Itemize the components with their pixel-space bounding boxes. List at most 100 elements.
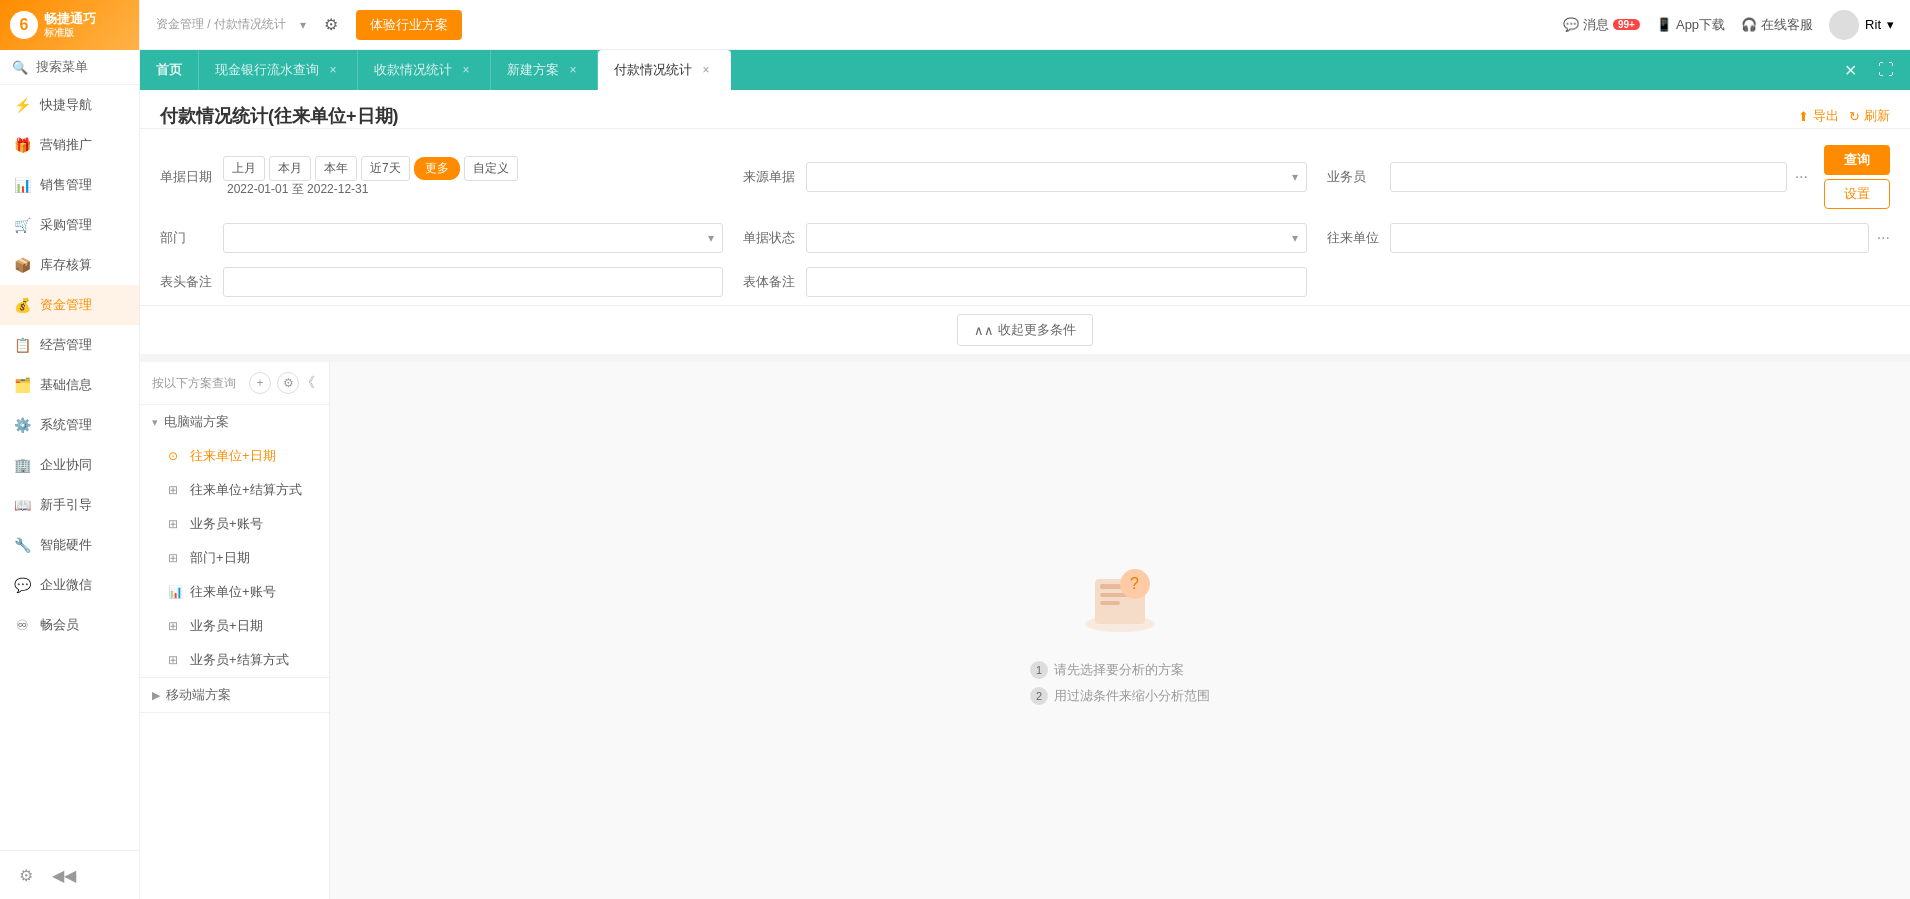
plan-item-partner-account[interactable]: 📊 往来单位+账号 bbox=[140, 575, 329, 609]
user-menu[interactable]: Rit ▾ bbox=[1829, 10, 1894, 40]
tab-close-new-plan[interactable]: × bbox=[565, 62, 581, 78]
phone-icon: 📱 bbox=[1656, 17, 1672, 32]
sidebar-search[interactable]: 🔍 搜索菜单 bbox=[0, 50, 139, 85]
app-logo-icon: 6 bbox=[10, 11, 38, 39]
sidebar-item-basic[interactable]: 🗂️ 基础信息 bbox=[0, 365, 139, 405]
plan-settings-btn[interactable]: ⚙ bbox=[277, 372, 299, 394]
add-plan-btn[interactable]: + bbox=[249, 372, 271, 394]
filter-field-salesperson: 业务员 ··· 查询 设置 bbox=[1327, 145, 1890, 209]
mobile-arrow-icon: ▶ bbox=[152, 689, 160, 702]
system-icon: ⚙️ bbox=[12, 415, 32, 435]
tab-close-all-btn[interactable]: ✕ bbox=[1836, 56, 1864, 84]
sidebar-settings-btn[interactable]: ⚙ bbox=[12, 861, 40, 889]
status-select[interactable]: ▾ bbox=[806, 223, 1306, 253]
tab-receipts[interactable]: 收款情况统计 × bbox=[358, 50, 491, 90]
partner-label: 往来单位 bbox=[1327, 229, 1382, 247]
source-select-arrow: ▾ bbox=[1292, 170, 1298, 184]
plan-item-partner-date[interactable]: ⊙ 往来单位+日期 bbox=[140, 439, 329, 473]
tab-close-cash-flow[interactable]: × bbox=[325, 62, 341, 78]
partner-select[interactable] bbox=[1390, 223, 1869, 253]
sidebar-item-operation[interactable]: 📋 经营管理 bbox=[0, 325, 139, 365]
filter-wrapper: 单据日期 上月 本月 本年 近7天 更多 自定义 2022-01-01 至 20… bbox=[140, 129, 1910, 354]
filter-field-partner: 往来单位 ··· bbox=[1327, 223, 1890, 253]
collapse-btn[interactable]: ∧∧ 收起更多条件 bbox=[957, 314, 1093, 346]
tab-payments[interactable]: 付款情况统计 × bbox=[598, 50, 731, 90]
sidebar-item-smart[interactable]: 🔧 智能硬件 bbox=[0, 525, 139, 565]
set-btn[interactable]: 设置 bbox=[1824, 179, 1890, 209]
breadcrumb-dropdown[interactable]: ▾ bbox=[296, 18, 306, 32]
online-service-btn[interactable]: 🎧 在线客服 bbox=[1741, 16, 1813, 34]
mobile-section-header[interactable]: ▶ 移动端方案 bbox=[140, 678, 329, 712]
source-select[interactable]: ▾ bbox=[806, 162, 1306, 192]
date-btns: 上月 本月 本年 近7天 更多 自定义 bbox=[223, 156, 723, 181]
body-note-input[interactable] bbox=[806, 267, 1306, 297]
date-btn-custom[interactable]: 自定义 bbox=[464, 156, 518, 181]
sidebar-item-quick-nav[interactable]: ⚡ 快捷导航 bbox=[0, 85, 139, 125]
partner-more-btn[interactable]: ··· bbox=[1877, 229, 1890, 247]
svg-text:?: ? bbox=[1130, 575, 1139, 592]
date-btn-last-month[interactable]: 上月 bbox=[223, 156, 265, 181]
salesperson-more-btn[interactable]: ··· bbox=[1795, 168, 1808, 186]
tab-cash-flow[interactable]: 现金银行流水查询 × bbox=[199, 50, 358, 90]
plan-item-partner-settle[interactable]: ⊞ 往来单位+结算方式 bbox=[140, 473, 329, 507]
guide-icon: 📖 bbox=[12, 495, 32, 515]
message-btn[interactable]: 💬 消息 99+ bbox=[1563, 16, 1640, 34]
filter-field-header-note: 表头备注 bbox=[160, 267, 723, 297]
app-download-btn[interactable]: 📱 App下载 bbox=[1656, 16, 1725, 34]
tab-expand-btn[interactable]: ⛶ bbox=[1872, 56, 1900, 84]
date-btn-this-month[interactable]: 本月 bbox=[269, 156, 311, 181]
plan-item-salesperson-account[interactable]: ⊞ 业务员+账号 bbox=[140, 507, 329, 541]
mobile-section: ▶ 移动端方案 bbox=[140, 678, 329, 713]
plan-item-salesperson-settle[interactable]: ⊞ 业务员+结算方式 bbox=[140, 643, 329, 677]
sidebar-nav: ⚡ 快捷导航 🎁 营销推广 📊 销售管理 🛒 采购管理 📦 库存核算 💰 资金管… bbox=[0, 85, 139, 850]
trial-btn[interactable]: 体验行业方案 bbox=[356, 10, 462, 40]
dept-label: 部门 bbox=[160, 229, 215, 247]
plan-item-dept-date[interactable]: ⊞ 部门+日期 bbox=[140, 541, 329, 575]
tab-home[interactable]: 首页 bbox=[140, 50, 199, 90]
sidebar-item-wechat[interactable]: 💬 企业微信 bbox=[0, 565, 139, 605]
sidebar-item-marketing[interactable]: 🎁 营销推广 bbox=[0, 125, 139, 165]
plan-icon-1: ⊞ bbox=[168, 483, 184, 497]
filter-grid: 单据日期 上月 本月 本年 近7天 更多 自定义 2022-01-01 至 20… bbox=[160, 145, 1890, 297]
tab-close-receipts[interactable]: × bbox=[458, 62, 474, 78]
plan-item-salesperson-date[interactable]: ⊞ 业务员+日期 bbox=[140, 609, 329, 643]
sidebar-item-sales[interactable]: 📊 销售管理 bbox=[0, 165, 139, 205]
filter-field-source: 来源单据 ▾ bbox=[743, 145, 1306, 209]
desktop-section-header[interactable]: ▾ 电脑端方案 bbox=[140, 405, 329, 439]
page-header: 付款情况统计(往来单位+日期) ⬆ 导出 ↻ 刷新 bbox=[140, 90, 1910, 129]
salesperson-select[interactable] bbox=[1390, 162, 1787, 192]
panel-collapse-btn[interactable]: 《 bbox=[299, 372, 317, 394]
main-area: 资金管理 / 付款情况统计 ▾ ⚙ 体验行业方案 💬 消息 99+ 📱 App下… bbox=[140, 0, 1910, 899]
salesperson-label: 业务员 bbox=[1327, 168, 1382, 186]
date-btn-this-year[interactable]: 本年 bbox=[315, 156, 357, 181]
header-note-input[interactable] bbox=[223, 267, 723, 297]
export-btn[interactable]: ⬆ 导出 bbox=[1798, 107, 1839, 125]
sidebar-item-guide[interactable]: 📖 新手引导 bbox=[0, 485, 139, 525]
quick-nav-icon: ⚡ bbox=[12, 95, 32, 115]
user-dropdown-icon: ▾ bbox=[1887, 17, 1894, 32]
dept-select[interactable]: ▾ bbox=[223, 223, 723, 253]
sidebar-item-enterprise[interactable]: 🏢 企业协同 bbox=[0, 445, 139, 485]
sales-icon: 📊 bbox=[12, 175, 32, 195]
breadcrumb: 资金管理 / 付款情况统计 bbox=[156, 16, 286, 33]
plan-icon-5: ⊞ bbox=[168, 619, 184, 633]
collapse-row: ∧∧ 收起更多条件 bbox=[140, 305, 1910, 354]
tab-close-payments[interactable]: × bbox=[698, 62, 714, 78]
sidebar-item-vip[interactable]: ♾ 畅会员 bbox=[0, 605, 139, 645]
avatar bbox=[1829, 10, 1859, 40]
refresh-btn[interactable]: ↻ 刷新 bbox=[1849, 107, 1890, 125]
body-note-label: 表体备注 bbox=[743, 273, 798, 291]
query-btn[interactable]: 查询 bbox=[1824, 145, 1890, 175]
sidebar-item-finance[interactable]: 💰 资金管理 bbox=[0, 285, 139, 325]
topbar-settings-btn[interactable]: ⚙ bbox=[316, 10, 346, 40]
sidebar-item-inventory[interactable]: 📦 库存核算 bbox=[0, 245, 139, 285]
tab-new-plan[interactable]: 新建方案 × bbox=[491, 50, 598, 90]
empty-state: ? 1 请先选择要分析的方案 2 用过滤条件来缩小分析范围 bbox=[1030, 549, 1210, 713]
dept-select-arrow: ▾ bbox=[708, 231, 714, 245]
sidebar-collapse-btn[interactable]: ◀◀ bbox=[50, 861, 78, 889]
left-panel-header: 按以下方案查询 + ⚙ 《 bbox=[140, 362, 329, 405]
date-btn-more[interactable]: 更多 bbox=[414, 157, 460, 180]
sidebar-item-purchase[interactable]: 🛒 采购管理 bbox=[0, 205, 139, 245]
sidebar-item-system[interactable]: ⚙️ 系统管理 bbox=[0, 405, 139, 445]
date-btn-7days[interactable]: 近7天 bbox=[361, 156, 410, 181]
